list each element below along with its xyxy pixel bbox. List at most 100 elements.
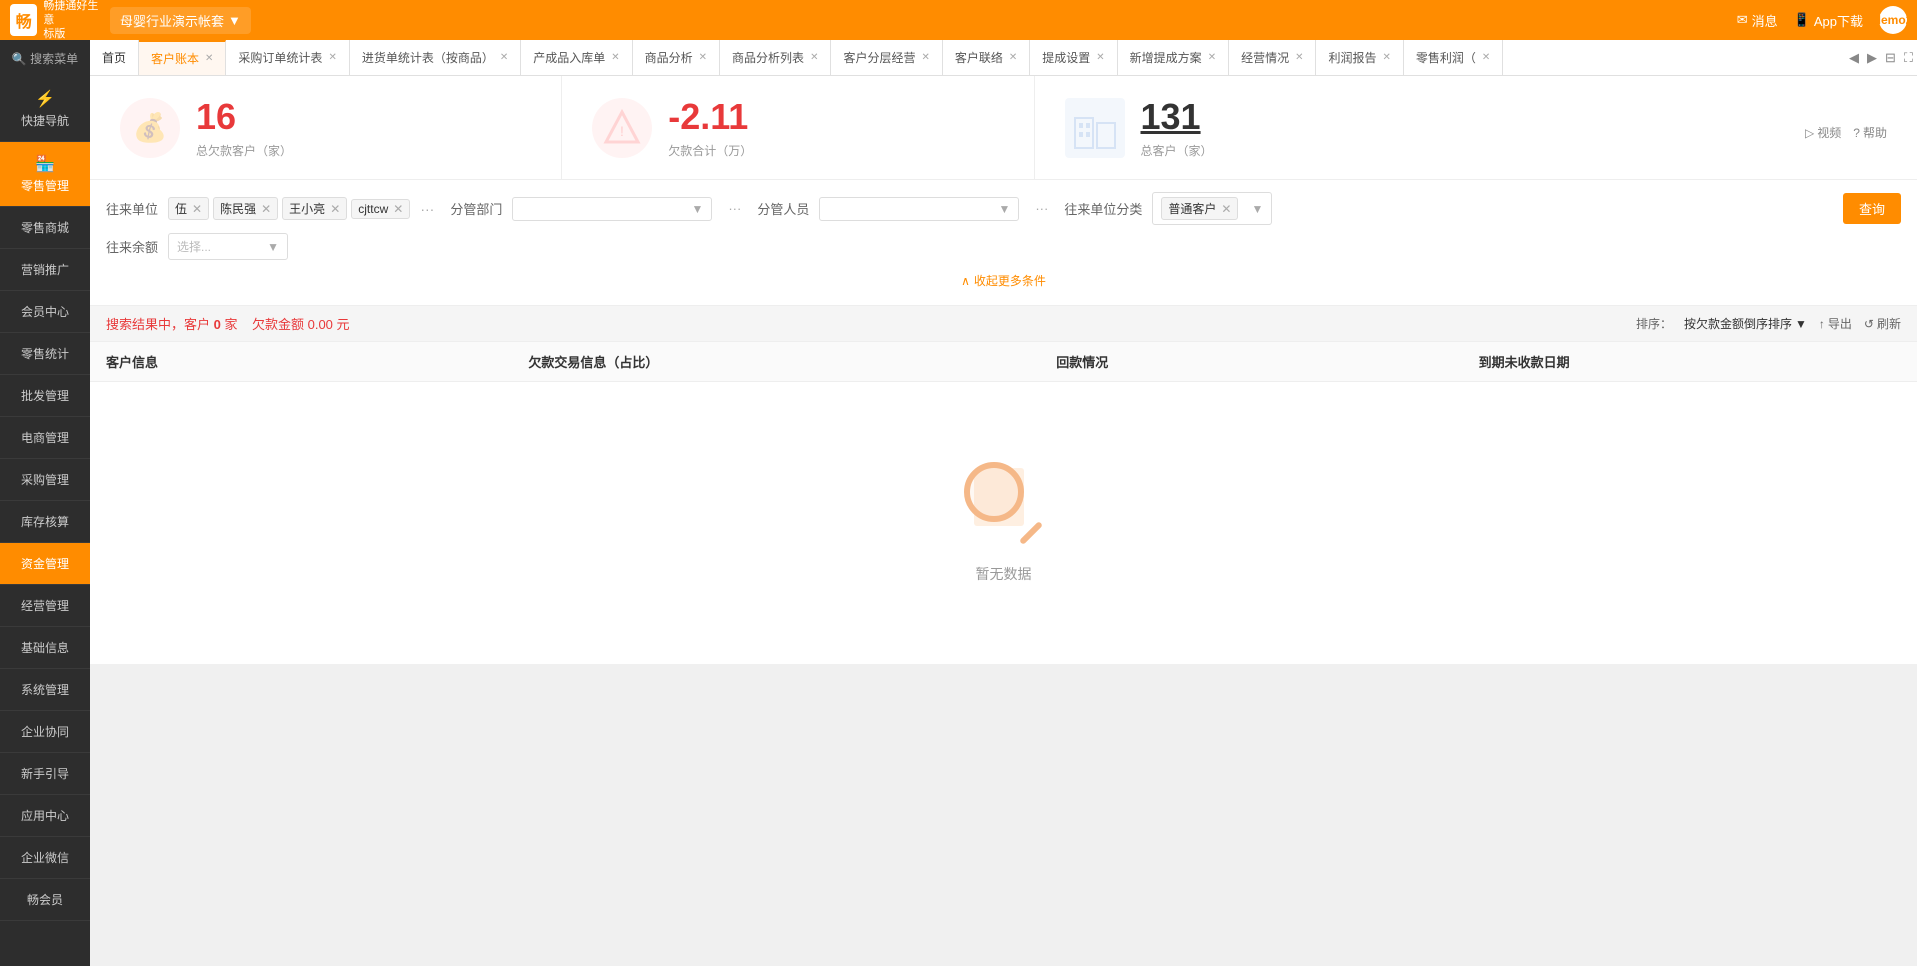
store-selector[interactable]: 母婴行业演示帐套 ▼ <box>110 7 251 34</box>
tab-close-prompt-settings[interactable]: ✕ <box>1096 52 1104 63</box>
tab-profit-report[interactable]: 利润报告 ✕ <box>1316 40 1403 76</box>
sidebar-item-purchase[interactable]: 采购管理 <box>0 459 90 501</box>
tab-operation-status[interactable]: 经营情况 ✕ <box>1229 40 1316 76</box>
search-icon: 🔍 <box>12 52 27 66</box>
unit-type-label: 往来单位分类 <box>1064 199 1142 218</box>
tab-close-retail-profit[interactable]: ✕ <box>1482 52 1490 63</box>
more-tags-btn[interactable]: ··· <box>414 199 440 219</box>
stat-text-total: 131 总客户（家） <box>1141 96 1213 159</box>
sidebar-item-retail[interactable]: 🏪 零售管理 <box>0 142 90 207</box>
sidebar-item-finance[interactable]: 资金管理 <box>0 543 90 585</box>
logo-area: 畅 畅捷通好生意 标版 <box>10 0 100 41</box>
message-btn[interactable]: ✉ 消息 <box>1737 11 1778 30</box>
export-btn[interactable]: ↑ 导出 <box>1819 315 1852 332</box>
tab-close-customer-tier[interactable]: ✕ <box>921 52 929 63</box>
query-button[interactable]: 查询 <box>1843 193 1901 224</box>
tab-customer-tier[interactable]: 客户分层经营 ✕ <box>831 40 942 76</box>
sidebar-item-quick[interactable]: ⚡ 快捷导航 <box>0 77 90 142</box>
tab-customer-contact[interactable]: 客户联络 ✕ <box>943 40 1030 76</box>
results-actions: 排序： 按欠款金额倒序排序 ▼ ↑ 导出 ↺ 刷新 <box>1636 315 1901 332</box>
sidebar-item-search[interactable]: 🔍 搜索菜单 <box>0 40 90 77</box>
tab-close-operation-status[interactable]: ✕ <box>1295 52 1303 63</box>
sidebar-item-member[interactable]: 会员中心 <box>0 291 90 333</box>
sort-select[interactable]: 按欠款金额倒序排序 ▼ <box>1684 315 1807 332</box>
dept-filter-dots[interactable]: ··· <box>722 199 747 218</box>
tab-inbound-stats[interactable]: 进货单统计表（按商品） ✕ <box>350 40 521 76</box>
tab-close-inbound-stats[interactable]: ✕ <box>500 52 508 63</box>
tag-close-chen[interactable]: ✕ <box>261 202 271 216</box>
sidebar-item-vip[interactable]: 畅会员 <box>0 879 90 921</box>
dept-select[interactable]: ▼ <box>512 197 712 221</box>
sidebar-item-operations[interactable]: 经营管理 <box>0 585 90 627</box>
tag-close-wu[interactable]: ✕ <box>192 202 202 216</box>
stat-text-debt: -2.11 欠款合计（万） <box>668 96 752 159</box>
tag-close-wang[interactable]: ✕ <box>330 202 340 216</box>
stat-block-customers: 💰 16 总欠款客户（家） <box>90 76 562 179</box>
tab-nav-menu[interactable]: ⊟ <box>1881 50 1900 66</box>
help-btn[interactable]: ? 帮助 <box>1853 124 1887 141</box>
sidebar-item-system[interactable]: 系统管理 <box>0 669 90 711</box>
tab-retail-profit[interactable]: 零售利润（ ✕ <box>1404 40 1503 76</box>
unit-type-tag-close[interactable]: ✕ <box>1221 202 1231 216</box>
sidebar-item-enterprise[interactable]: 企业协同 <box>0 711 90 753</box>
filter-tag-wu[interactable]: 伍 ✕ <box>168 197 209 220</box>
page-inner: 💰 16 总欠款客户（家） ! <box>90 76 1917 664</box>
tab-close-customers[interactable]: ✕ <box>205 53 213 64</box>
tab-nav-prev[interactable]: ◀ <box>1845 50 1863 66</box>
tab-new-achievements[interactable]: 新增提成方案 ✕ <box>1118 40 1229 76</box>
video-btn[interactable]: ▷ 视频 <box>1805 124 1841 141</box>
retail-icon: 🏪 <box>6 154 84 174</box>
tab-close-goods-analysis-list[interactable]: ✕ <box>810 52 818 63</box>
stat-label-debt: 欠款合计（万） <box>668 142 752 159</box>
tag-close-cjttcw[interactable]: ✕ <box>393 202 403 216</box>
sidebar-item-wechat[interactable]: 企业微信 <box>0 837 90 879</box>
video-help: ▷ 视频 ? 帮助 <box>1805 114 1887 141</box>
tab-close-purchase-orders[interactable]: ✕ <box>328 52 336 63</box>
top-bar: 畅 畅捷通好生意 标版 母婴行业演示帐套 ▼ ✉ 消息 📱 App下载 demo… <box>0 0 1917 40</box>
dept-label: 分管部门 <box>450 199 502 218</box>
tab-customers[interactable]: 客户账本 ✕ <box>139 40 226 76</box>
sidebar-item-marketing[interactable]: 营销推广 <box>0 249 90 291</box>
tab-goods-analysis-list[interactable]: 商品分析列表 ✕ <box>720 40 831 76</box>
refresh-btn[interactable]: ↺ 刷新 <box>1864 315 1901 332</box>
tab-nav-next[interactable]: ▶ <box>1863 50 1881 66</box>
filter-tag-cjttcw[interactable]: cjttcw ✕ <box>351 199 410 219</box>
stat-value-total[interactable]: 131 <box>1141 96 1213 138</box>
tab-home[interactable]: 首页 <box>90 40 139 76</box>
person-select[interactable]: ▼ <box>819 197 1019 221</box>
sidebar-item-retail-mall[interactable]: 零售商城 <box>0 207 90 249</box>
person-label: 分管人员 <box>757 199 809 218</box>
filter-tag-chen[interactable]: 陈民强 ✕ <box>213 197 278 220</box>
person-filter-dots[interactable]: ··· <box>1029 199 1054 218</box>
col-customer-info: 客户信息 <box>106 352 528 371</box>
tab-purchase-orders[interactable]: 采购订单统计表 ✕ <box>226 40 349 76</box>
collapse-btn[interactable]: ∧ 收起更多条件 <box>106 268 1901 293</box>
top-bar-right: ✉ 消息 📱 App下载 demo2 <box>1737 6 1907 34</box>
tab-close-customer-contact[interactable]: ✕ <box>1009 52 1017 63</box>
sidebar-item-batch[interactable]: 批发管理 <box>0 375 90 417</box>
tab-close-new-achievements[interactable]: ✕ <box>1208 52 1216 63</box>
sidebar-item-ecommerce[interactable]: 电商管理 <box>0 417 90 459</box>
tab-bar-inner: 首页 客户账本 ✕ 采购订单统计表 ✕ 进货单统计表（按商品） ✕ <box>90 40 1845 76</box>
sidebar-item-newbie[interactable]: 新手引导 <box>0 753 90 795</box>
sidebar-item-app-center[interactable]: 应用中心 <box>0 795 90 837</box>
tab-fullscreen[interactable]: ⛶ <box>1900 50 1917 66</box>
app-download-btn[interactable]: 📱 App下载 <box>1794 11 1863 30</box>
balance-label: 往来余额 <box>106 237 158 256</box>
tab-close-profit-report[interactable]: ✕ <box>1383 52 1391 63</box>
tab-goods-analysis[interactable]: 商品分析 ✕ <box>633 40 720 76</box>
balance-select[interactable]: 选择... ▼ <box>168 233 288 260</box>
tab-prompt-settings[interactable]: 提成设置 ✕ <box>1030 40 1117 76</box>
filter-tag-wang[interactable]: 王小亮 ✕ <box>282 197 347 220</box>
user-menu[interactable]: demo2 <box>1879 6 1907 34</box>
sidebar-item-basic[interactable]: 基础信息 <box>0 627 90 669</box>
col-overdue-date: 到期未收款日期 <box>1479 352 1901 371</box>
tab-close-inbound-single[interactable]: ✕ <box>611 52 619 63</box>
tab-inbound-single[interactable]: 产成品入库单 ✕ <box>521 40 632 76</box>
sidebar-item-inventory[interactable]: 库存核算 <box>0 501 90 543</box>
sidebar-item-retail-stat[interactable]: 零售统计 <box>0 333 90 375</box>
tab-close-goods-analysis[interactable]: ✕ <box>699 52 707 63</box>
unit-type-arrow: ▼ <box>1251 202 1263 216</box>
unit-type-select[interactable]: 普通客户 ✕ ▼ <box>1152 192 1272 225</box>
avatar: demo2 <box>1879 6 1907 34</box>
